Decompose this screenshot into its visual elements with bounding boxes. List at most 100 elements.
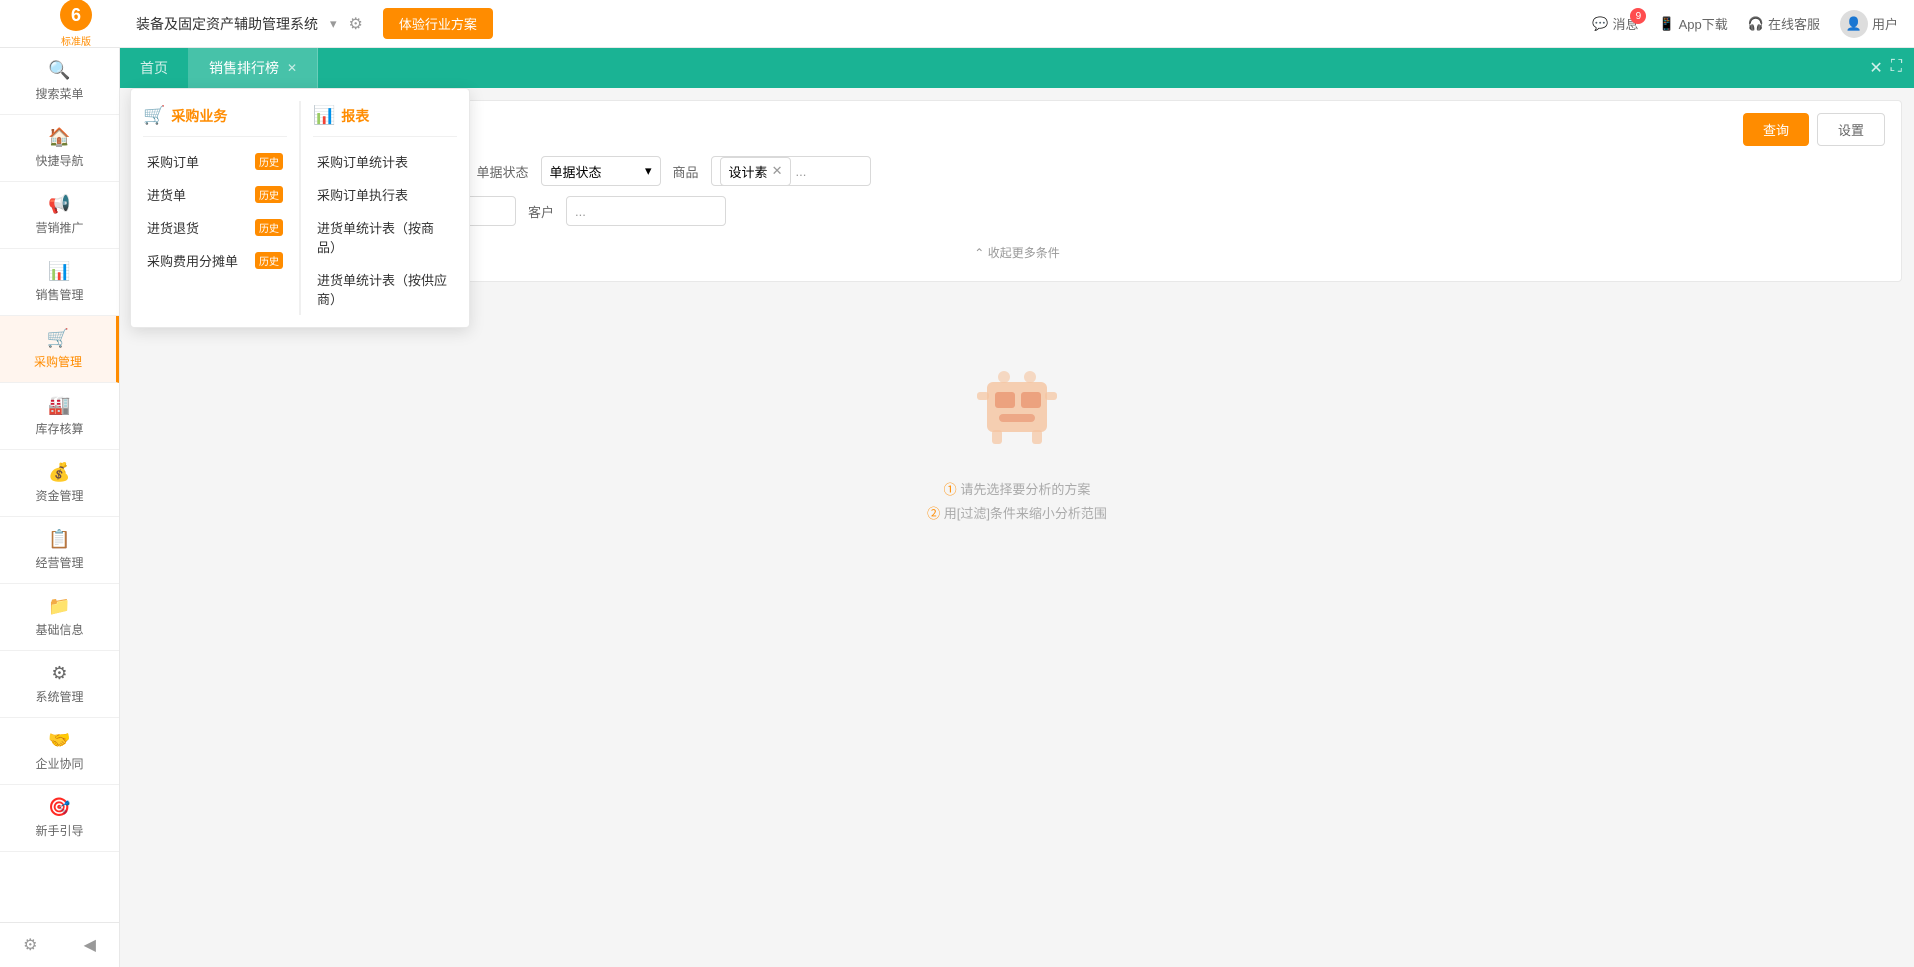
tab-home[interactable]: 首页 bbox=[120, 48, 189, 88]
sidebar-label-sales: 销售管理 bbox=[35, 286, 83, 303]
tab-close-window-icon[interactable]: ✕ bbox=[1869, 58, 1882, 78]
sidebar-item-sales[interactable]: 📊 销售管理 bbox=[0, 249, 119, 316]
collapse-text: 收起更多条件 bbox=[988, 246, 1060, 260]
operation-icon: 📋 bbox=[48, 529, 70, 550]
home-icon: 🏠 bbox=[48, 127, 70, 148]
sidebar-item-inventory[interactable]: 🏭 库存核算 bbox=[0, 383, 119, 450]
sidebar-item-marketing[interactable]: 📢 营销推广 bbox=[0, 182, 119, 249]
top-header: 6 标准版 装备及固定资产辅助管理系统 ▾ ⚙ 体验行业方案 💬 消息 9 📱 … bbox=[0, 0, 1914, 48]
menu-item-purchase-order[interactable]: 采购订单 历史 bbox=[143, 145, 287, 178]
sidebar-settings-btn[interactable]: ⚙ bbox=[23, 935, 37, 955]
menu-col-report: 📊 报表 采购订单统计表 采购订单执行表 进货单统计表（按商品） 进货单统计表（… bbox=[300, 101, 469, 315]
doc-status-label: 单据状态 bbox=[477, 162, 529, 181]
sidebar-item-collab[interactable]: 🤝 企业协同 bbox=[0, 718, 119, 785]
sidebar-label-system: 系统管理 bbox=[35, 688, 83, 705]
sidebar-label-inventory: 库存核算 bbox=[35, 420, 83, 437]
logo-area: 6 标准版 bbox=[16, 0, 136, 48]
collab-icon: 🤝 bbox=[48, 730, 70, 751]
report-menu-icon: 📊 bbox=[313, 105, 335, 126]
menu-item-report-receipt-goods[interactable]: 进货单统计表（按商品） bbox=[313, 211, 457, 263]
marketing-icon: 📢 bbox=[48, 194, 70, 215]
notification-icon: 💬 bbox=[1592, 16, 1608, 32]
menu-item-purchase-expense[interactable]: 采购费用分摊单 历史 bbox=[143, 244, 287, 277]
system-arrow-icon[interactable]: ▾ bbox=[330, 16, 337, 32]
menu-col-purchase: 🛒 采购业务 采购订单 历史 进货单 历史 进货退货 历史 采购费用分摊单 历史 bbox=[131, 101, 299, 315]
menu-col-report-title: 📊 报表 bbox=[313, 101, 457, 137]
sidebar-label-basic: 基础信息 bbox=[35, 621, 83, 638]
sidebar: 🔍 搜索菜单 🏠 快捷导航 📢 营销推广 📊 销售管理 🛒 采购管理 🏭 库存核… bbox=[0, 48, 120, 967]
logo-text: 标准版 bbox=[61, 33, 91, 48]
menu-item-report-order-exec[interactable]: 采购订单执行表 bbox=[313, 178, 457, 211]
system-icon: ⚙ bbox=[51, 663, 67, 684]
purchase-menu-icon: 🛒 bbox=[143, 105, 165, 126]
doc-status-arrow: ▾ bbox=[645, 163, 652, 179]
menu-item-report-receipt-supplier[interactable]: 进货单统计表（按供应商） bbox=[313, 263, 457, 315]
goods-filter[interactable]: 设计素 ✕ ... bbox=[711, 156, 871, 186]
setting-btn[interactable]: 设置 bbox=[1817, 113, 1885, 146]
hint-step2: ② bbox=[927, 506, 940, 521]
app-download-btn[interactable]: 📱 App下载 bbox=[1658, 14, 1727, 33]
tab-close-icon[interactable]: ✕ bbox=[287, 61, 297, 75]
menu-item-purchase-receipt[interactable]: 进货单 历史 bbox=[143, 178, 287, 211]
user-btn[interactable]: 👤 用户 bbox=[1840, 10, 1898, 38]
sidebar-label-nav: 快捷导航 bbox=[35, 152, 83, 169]
basic-icon: 📁 bbox=[48, 596, 70, 617]
history-badge-1: 历史 bbox=[255, 186, 283, 203]
tab-resize-icon[interactable]: ⛶ bbox=[1891, 58, 1902, 78]
history-badge-2: 历史 bbox=[255, 219, 283, 236]
inventory-icon: 🏭 bbox=[48, 395, 70, 416]
doc-status-value: 单据状态 bbox=[550, 162, 602, 181]
customer-dots[interactable]: ... bbox=[575, 204, 586, 219]
purchase-icon: 🛒 bbox=[47, 328, 69, 349]
header-right: 💬 消息 9 📱 App下载 🎧 在线客服 👤 用户 bbox=[1592, 10, 1898, 38]
sidebar-item-system[interactable]: ⚙ 系统管理 bbox=[0, 651, 119, 718]
customer-filter[interactable]: ... bbox=[566, 196, 726, 226]
online-service-btn[interactable]: 🎧 在线客服 bbox=[1748, 14, 1820, 33]
empty-hint-1: ① 请先选择要分析的方案 bbox=[944, 478, 1091, 502]
headset-icon: 🎧 bbox=[1748, 16, 1764, 32]
sidebar-label-purchase: 采购管理 bbox=[34, 353, 82, 370]
history-badge-0: 历史 bbox=[255, 153, 283, 170]
system-name: 装备及固定资产辅助管理系统 bbox=[136, 14, 318, 34]
tab-bar: 首页 销售排行榜 ✕ ✕ ⛶ bbox=[120, 48, 1914, 88]
sidebar-item-purchase[interactable]: 🛒 采购管理 bbox=[0, 316, 119, 383]
sidebar-item-finance[interactable]: 💰 资金管理 bbox=[0, 450, 119, 517]
sidebar-item-search[interactable]: 🔍 搜索菜单 bbox=[0, 48, 119, 115]
notification-btn[interactable]: 💬 消息 9 bbox=[1592, 14, 1638, 33]
menu-item-report-order-stat[interactable]: 采购订单统计表 bbox=[313, 145, 457, 178]
goods-label: 商品 bbox=[673, 162, 699, 181]
empty-hint-text2: 用[过滤]条件来缩小分析范围 bbox=[944, 506, 1107, 521]
tab-icons: ✕ ⛶ bbox=[1869, 58, 1914, 78]
finance-icon: 💰 bbox=[48, 462, 70, 483]
sidebar-collapse-btn[interactable]: ◀ bbox=[84, 935, 96, 955]
industry-btn[interactable]: 体验行业方案 bbox=[383, 8, 493, 39]
logo-icon: 6 bbox=[60, 0, 92, 31]
sidebar-label-marketing: 营销推广 bbox=[35, 219, 83, 236]
sidebar-item-basic[interactable]: 📁 基础信息 bbox=[0, 584, 119, 651]
sidebar-label-search: 搜索菜单 bbox=[35, 85, 83, 102]
purchase-col-label: 采购业务 bbox=[171, 106, 227, 126]
doc-status-select[interactable]: 单据状态 ▾ bbox=[541, 156, 661, 186]
customer-label: 客户 bbox=[528, 202, 554, 221]
collapse-icon: ⌃ bbox=[974, 246, 984, 260]
goods-dots[interactable]: ... bbox=[795, 164, 806, 179]
sales-icon: 📊 bbox=[48, 261, 70, 282]
mobile-icon: 📱 bbox=[1658, 16, 1674, 32]
menu-item-purchase-return[interactable]: 进货退货 历史 bbox=[143, 211, 287, 244]
query-btn[interactable]: 查询 bbox=[1743, 113, 1809, 146]
action-btns: 查询 设置 bbox=[1743, 113, 1885, 146]
tab-home-label: 首页 bbox=[140, 58, 168, 78]
goods-tag-close[interactable]: ✕ bbox=[772, 163, 783, 179]
sidebar-label-guide: 新手引导 bbox=[35, 822, 83, 839]
sidebar-item-nav[interactable]: 🏠 快捷导航 bbox=[0, 115, 119, 182]
sidebar-item-guide[interactable]: 🎯 新手引导 bbox=[0, 785, 119, 852]
report-col-label: 报表 bbox=[341, 106, 369, 126]
gear-icon[interactable]: ⚙ bbox=[349, 14, 363, 34]
search-icon: 🔍 bbox=[48, 60, 70, 81]
empty-state: ① 请先选择要分析的方案 ② 用[过滤]条件来缩小分析范围 bbox=[132, 282, 1902, 606]
tab-sales-ranking[interactable]: 销售排行榜 ✕ bbox=[189, 48, 318, 88]
empty-hint-2: ② 用[过滤]条件来缩小分析范围 bbox=[927, 502, 1107, 526]
avatar: 👤 bbox=[1840, 10, 1868, 38]
guide-icon: 🎯 bbox=[48, 797, 70, 818]
sidebar-item-operation[interactable]: 📋 经营管理 bbox=[0, 517, 119, 584]
